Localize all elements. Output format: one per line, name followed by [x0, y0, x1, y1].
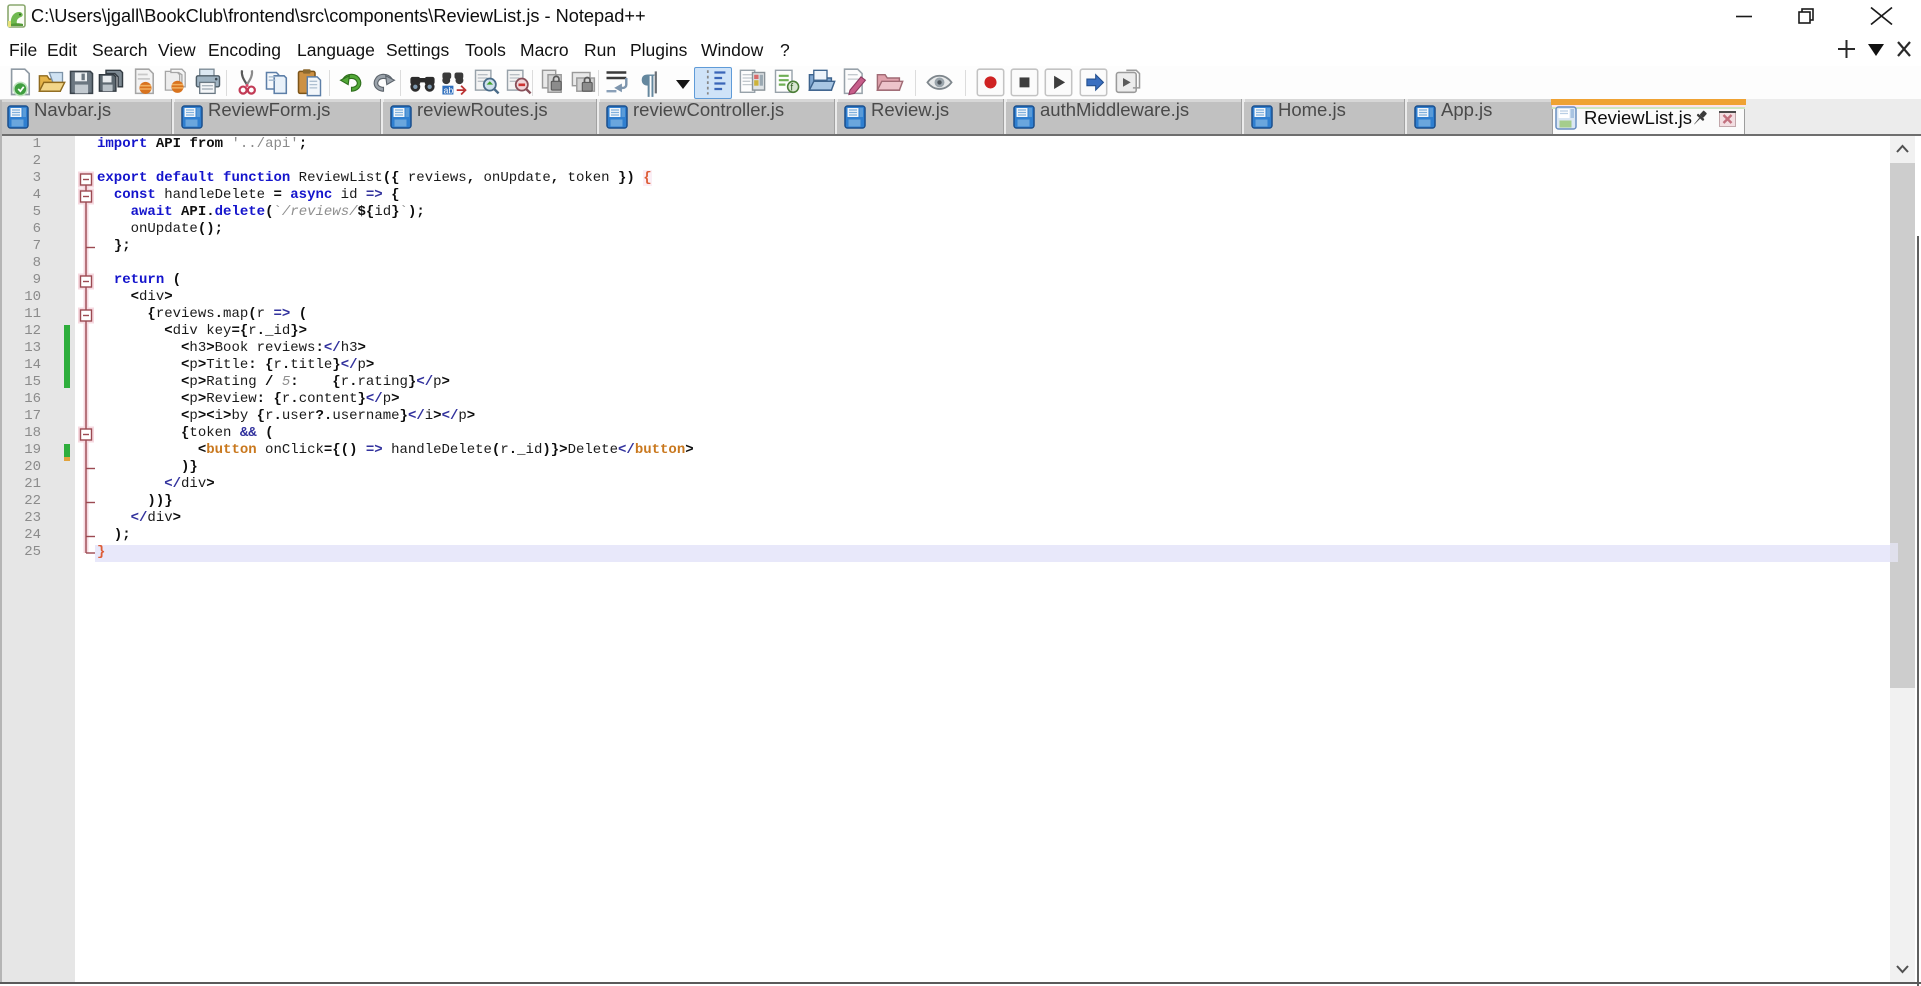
svg-text:ab: ab	[444, 85, 454, 95]
svg-text:¶: ¶	[640, 69, 655, 100]
svg-text:f: f	[790, 83, 793, 94]
